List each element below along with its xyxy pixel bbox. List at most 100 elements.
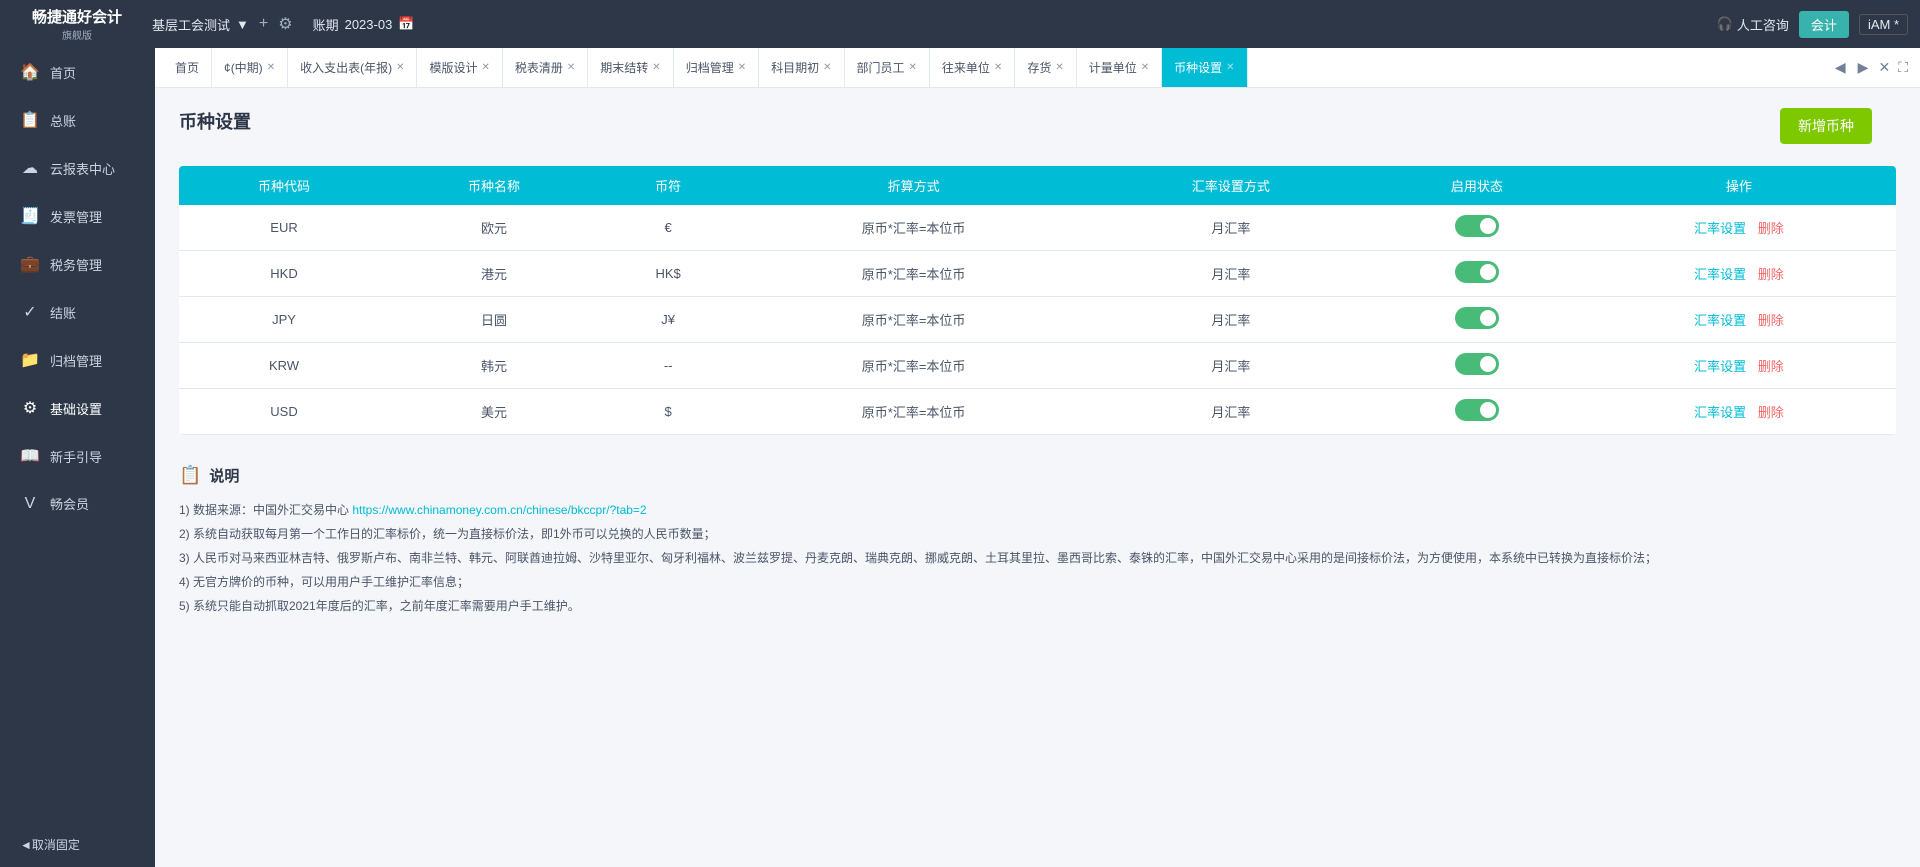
th-symbol: 币符 [599, 166, 737, 205]
delete-link[interactable]: 删除 [1758, 267, 1784, 282]
rate-settings-link[interactable]: 汇率设置 [1694, 313, 1746, 328]
tab-close-template-design[interactable]: ✕ [481, 62, 489, 73]
tab-label-period-close: 期末结转 [600, 59, 648, 76]
checkout-icon: ✓ [20, 302, 40, 322]
sidebar-item-basic-settings[interactable]: ⚙ 基础设置 [0, 384, 155, 432]
tab-inventory[interactable]: 存货 ✕ [1015, 48, 1076, 88]
delete-link[interactable]: 删除 [1758, 313, 1784, 328]
tab-dept-employee[interactable]: 部门员工✕ [845, 48, 930, 88]
sidebar-label-guide: 新手引导 [50, 447, 102, 466]
sidebar-item-guide[interactable]: 📖 新手引导 [0, 432, 155, 480]
sidebar-label-checkout: 结账 [50, 303, 76, 322]
tab-close-income-report[interactable]: ✕ [396, 62, 404, 73]
tab-archive-mgmt[interactable]: 归档管理✕ [674, 48, 759, 88]
tab-tax-clearance[interactable]: 税表清册✕ [503, 48, 588, 88]
currency-name: 欧元 [389, 205, 599, 251]
sidebar-item-tax[interactable]: 💼 税务管理 [0, 240, 155, 288]
currency-code: USD [179, 389, 389, 435]
toggle-switch-4[interactable] [1455, 399, 1499, 421]
currency-name: 日圆 [389, 297, 599, 343]
note-item-2: 2) 系统自动获取每月第一个工作日的汇率标价，统一为直接标价法，即1外币可以兑换… [179, 522, 1896, 546]
tab-next-btn[interactable]: ▶ [1852, 59, 1875, 76]
tab-home[interactable]: 首页 [163, 48, 212, 88]
currency-code: JPY [179, 297, 389, 343]
tab-close-dept-employee[interactable]: ✕ [909, 62, 917, 73]
sidebar-pin-toggle[interactable]: ◄取消固定 [0, 822, 155, 867]
sidebar-item-member[interactable]: V 畅会员 [0, 480, 155, 527]
toggle-switch-1[interactable] [1455, 261, 1499, 283]
toggle-switch-2[interactable] [1455, 307, 1499, 329]
tab-bar: 首页¢(中期)✕收入支出表(年报)✕模版设计✕税表清册✕期末结转✕归档管理✕科目… [155, 48, 1920, 88]
sidebar-item-home[interactable]: 🏠 首页 [0, 48, 155, 96]
dropdown-icon: ▼ [236, 17, 249, 32]
sidebar-item-ledger[interactable]: 📋 总账 [0, 96, 155, 144]
tab-measure-unit[interactable]: 计量单位✕ [1077, 48, 1162, 88]
table-row: EUR欧元€原币*汇率=本位币月汇率 汇率设置 删除 [179, 205, 1896, 251]
archive-icon: 📁 [20, 350, 40, 370]
th-actions: 操作 [1582, 166, 1896, 205]
delete-link[interactable]: 删除 [1758, 221, 1784, 236]
sidebar-label-home: 首页 [50, 63, 76, 82]
tab-close-tax-clearance[interactable]: ✕ [567, 62, 575, 73]
settings-icon[interactable]: ⚙ [278, 14, 292, 34]
currency-code: KRW [179, 343, 389, 389]
tab-close-archive-mgmt[interactable]: ✕ [738, 62, 746, 73]
th-name: 币种名称 [389, 166, 599, 205]
toggle-switch-0[interactable] [1455, 215, 1499, 237]
new-currency-button[interactable]: 新增币种 [1780, 108, 1872, 144]
rate-settings-link[interactable]: 汇率设置 [1694, 221, 1746, 236]
table-row: KRW韩元--原币*汇率=本位币月汇率 汇率设置 删除 [179, 343, 1896, 389]
tab-close-client-unit[interactable]: ✕ [994, 62, 1002, 73]
project-selector[interactable]: 基层工会测试 ▼ [152, 15, 249, 34]
sidebar-item-checkout[interactable]: ✓ 结账 [0, 288, 155, 336]
currency-name: 美元 [389, 389, 599, 435]
tab-close-measure-unit[interactable]: ✕ [1141, 62, 1149, 73]
customer-service-btn[interactable]: 🎧 人工咨询 [1717, 15, 1789, 34]
currency-status [1372, 343, 1582, 389]
delete-link[interactable]: 删除 [1758, 405, 1784, 420]
tab-label-inventory: 存货 [1027, 59, 1051, 76]
tab-client-unit[interactable]: 往来单位✕ [930, 48, 1015, 88]
sidebar-item-archive[interactable]: 📁 归档管理 [0, 336, 155, 384]
tab-label-period: ¢(中期) [224, 59, 263, 76]
sidebar: 🏠 首页 📋 总账 ☁ 云报表中心 🧾 发票管理 💼 税务管理 ✓ 结账 📁 归… [0, 48, 155, 867]
content-area: 首页¢(中期)✕收入支出表(年报)✕模版设计✕税表清册✕期末结转✕归档管理✕科目… [155, 48, 1920, 867]
tab-close-currency-settings[interactable]: ✕ [1226, 62, 1234, 73]
sidebar-item-cloud-reports[interactable]: ☁ 云报表中心 [0, 144, 155, 192]
sidebar-label-basic-settings: 基础设置 [50, 399, 102, 418]
note-item-1: 1) 数据来源：中国外汇交易中心 https://www.chinamoney.… [179, 498, 1896, 522]
currency-actions: 汇率设置 删除 [1582, 343, 1896, 389]
tab-income-report[interactable]: 收入支出表(年报)✕ [288, 48, 417, 88]
delete-link[interactable]: 删除 [1758, 359, 1784, 374]
tab-period-close[interactable]: 期末结转 ✕ [588, 48, 673, 88]
calendar-icon[interactable]: 📅 [398, 16, 414, 32]
note-item-4: 4) 无官方牌价的币种，可以用用户手工维护汇率信息； [179, 570, 1896, 594]
rate-settings-link[interactable]: 汇率设置 [1694, 267, 1746, 282]
sidebar-item-invoice[interactable]: 🧾 发票管理 [0, 192, 155, 240]
notes-link-1[interactable]: https://www.chinamoney.com.cn/chinese/bk… [352, 503, 646, 517]
tab-maximize-btn[interactable]: ⛶ [1894, 59, 1912, 76]
logo-title: 畅捷通好会计 [32, 6, 122, 27]
account-button[interactable]: 会计 [1799, 11, 1849, 38]
tab-currency-settings[interactable]: 币种设置✕ [1162, 48, 1247, 88]
tab-period[interactable]: ¢(中期) ✕ [212, 48, 288, 88]
tab-close-period-close[interactable]: ✕ [652, 62, 660, 73]
rate-settings-link[interactable]: 汇率设置 [1694, 359, 1746, 374]
tab-subjects-init[interactable]: 科目期初✕ [759, 48, 844, 88]
tab-close-inventory[interactable]: ✕ [1055, 62, 1063, 73]
period-info: 账期 2023-03 📅 [313, 15, 415, 34]
tab-close-all-btn[interactable]: ✕ [1874, 59, 1894, 76]
rate-settings-link[interactable]: 汇率设置 [1694, 405, 1746, 420]
iamstar-badge: iAM * [1859, 14, 1908, 35]
currency-actions: 汇率设置 删除 [1582, 205, 1896, 251]
headset-icon: 🎧 [1717, 16, 1733, 32]
tab-label-template-design: 模版设计 [429, 59, 477, 76]
tab-close-period[interactable]: ✕ [267, 62, 275, 73]
toggle-switch-3[interactable] [1455, 353, 1499, 375]
tab-prev-btn[interactable]: ◀ [1829, 59, 1852, 76]
tab-label-home: 首页 [175, 59, 199, 76]
th-rate_method: 汇率设置方式 [1090, 166, 1372, 205]
tab-template-design[interactable]: 模版设计 ✕ [417, 48, 502, 88]
tab-close-subjects-init[interactable]: ✕ [823, 62, 831, 73]
add-project-icon[interactable]: + [259, 15, 268, 33]
